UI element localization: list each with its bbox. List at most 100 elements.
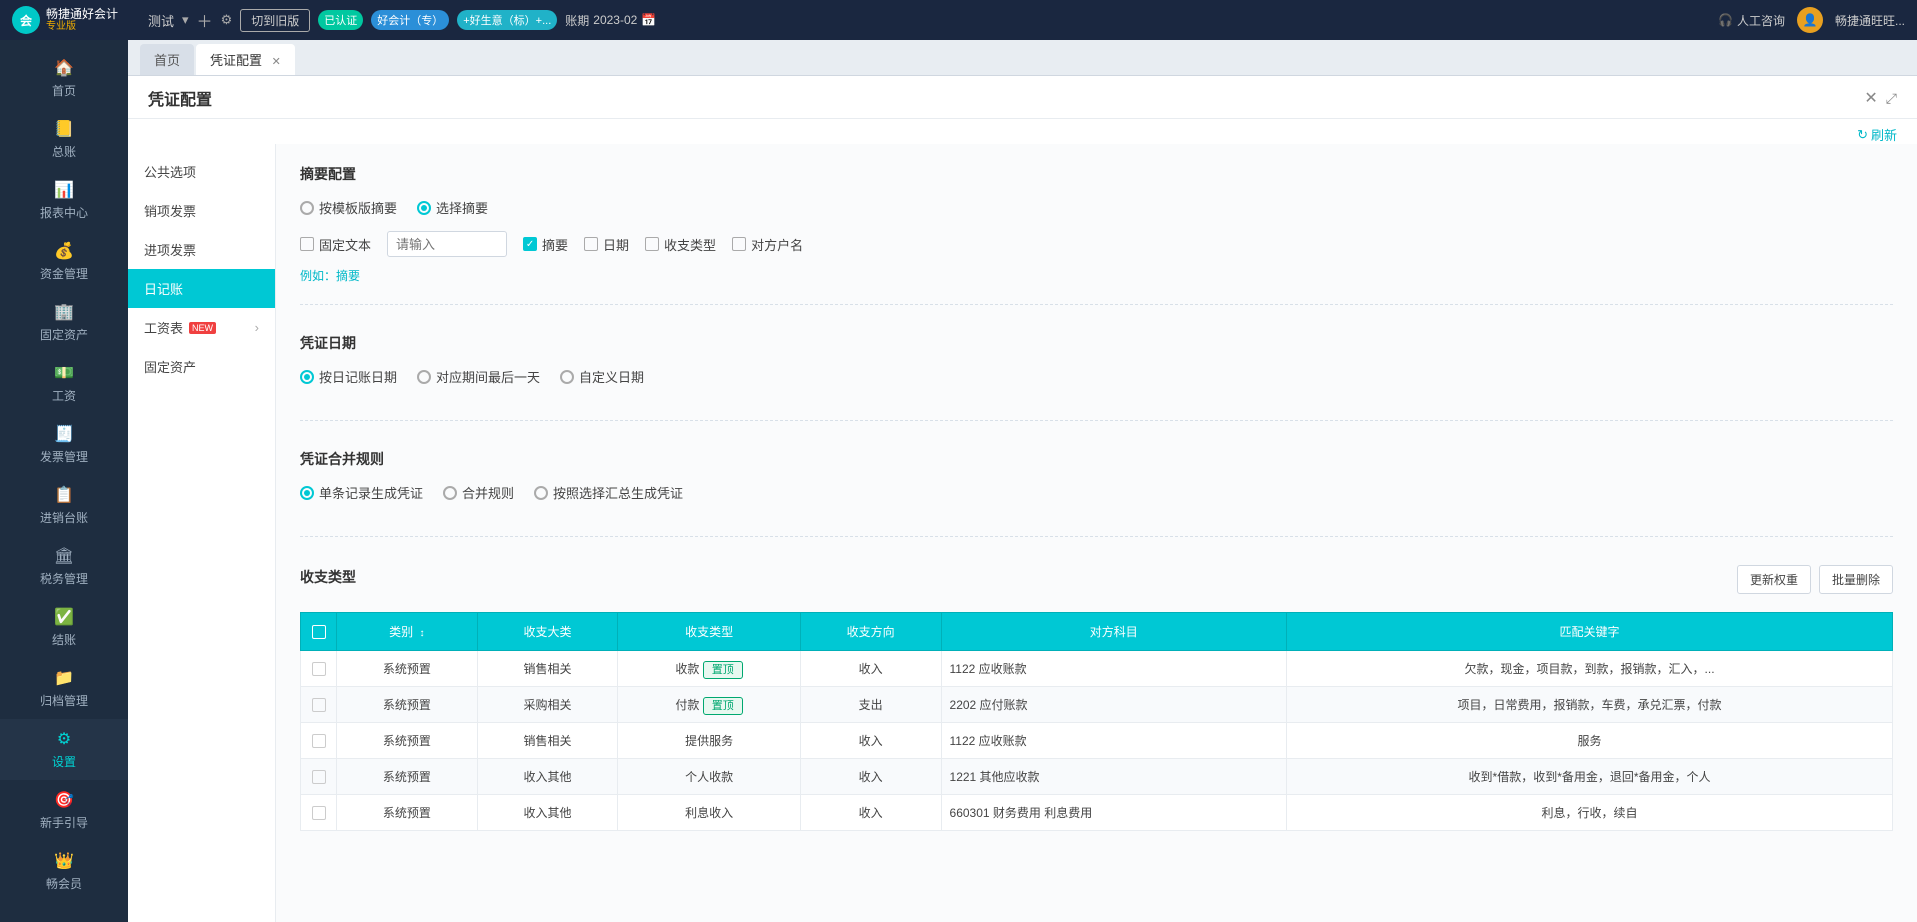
funds-icon: 💰 [54,241,74,261]
row-checkbox[interactable] [301,687,337,723]
tab-voucher-config[interactable]: 凭证配置 ✕ [196,44,295,75]
sidebar-item-label: 归档管理 [40,692,88,709]
row-category: 系统预置 [337,687,478,723]
row-direction: 收入 [800,795,941,831]
row-account: 1122 应收账款 [941,723,1287,759]
checkbox-summary[interactable]: ✓ 摘要 [523,235,568,254]
radio-merge-rules[interactable]: 合并规则 [443,483,514,502]
switch-to-old-button[interactable]: 切到旧版 [240,9,310,32]
sidebar-item-funds[interactable]: 💰 资金管理 [0,231,128,292]
radio-circle [534,486,548,500]
left-nav-fixed-assets[interactable]: 固定资产 [128,347,275,386]
page-title: 凭证配置 [148,86,212,110]
salary-icon: 💵 [54,363,74,383]
sidebar-item-settings[interactable]: ⚙ 设置 [0,719,128,780]
good-accounting-tag: 好会计（专） [371,10,449,30]
sidebar-item-label: 设置 [52,753,76,770]
refresh-button[interactable]: ↻ 刷新 [1857,125,1897,144]
radio-custom-date[interactable]: 自定义日期 [560,367,644,386]
checkbox-date[interactable]: 日期 [584,235,629,254]
row-sub-type: 利息收入 [618,795,801,831]
sidebar-item-label: 税务管理 [40,570,88,587]
dropdown-arrow-icon[interactable]: ▾ [182,12,189,28]
logo-area: 会 畅捷通好会计 专业版 [12,6,140,34]
calendar-icon[interactable]: 📅 [641,13,656,27]
row-sub-type: 付款 置顶 [618,687,801,723]
left-nav-public-options[interactable]: 公共选项 [128,152,275,191]
update-weight-button[interactable]: 更新权重 [1737,565,1811,594]
plus-icon[interactable]: ＋ [197,8,213,32]
row-category: 系统预置 [337,795,478,831]
row-keywords: 服务 [1287,723,1893,759]
row-main-type: 采购相关 [477,687,618,723]
checkbox-income-type[interactable]: 收支类型 [645,235,716,254]
radio-select-summary[interactable]: 选择摘要 [417,198,488,217]
sidebar-item-fixed-assets[interactable]: 🏢 固定资产 [0,292,128,353]
merge-rules-title: 凭证合并规则 [300,449,1893,469]
sidebar-item-label: 畅会员 [46,875,82,892]
radio-circle-selected [300,370,314,384]
left-nav-sales-invoice[interactable]: 销项发票 [128,191,275,230]
window-expand-button[interactable]: ⤢ [1886,90,1897,107]
fixed-text-input[interactable] [387,231,507,257]
main-layout: 🏠 首页 📒 总账 📊 报表中心 💰 资金管理 🏢 固定资产 💵 工资 🧾 发票… [0,40,1917,922]
radio-single-record[interactable]: 单条记录生成凭证 [300,483,423,502]
window-close-button[interactable]: ✕ [1864,88,1877,108]
tab-home[interactable]: 首页 [140,44,194,75]
sidebar-item-member[interactable]: 👑 畅会员 [0,841,128,902]
table-header-checkbox[interactable] [301,613,337,651]
sidebar-item-tutorial[interactable]: 🎯 新手引导 [0,780,128,841]
batch-delete-button[interactable]: 批量删除 [1819,565,1893,594]
radio-journal-date[interactable]: 按日记账日期 [300,367,397,386]
reset-badge[interactable]: 置顶 [703,661,743,679]
row-account: 660301 财务费用 利息费用 [941,795,1287,831]
row-checkbox[interactable] [301,759,337,795]
sidebar-item-purchase-sales[interactable]: 📋 进销台账 [0,475,128,536]
voucher-date-title: 凭证日期 [300,333,1893,353]
checkbox-counterparty-name[interactable]: 对方户名 [732,235,803,254]
radio-template-summary[interactable]: 按模板版摘要 [300,198,397,217]
sidebar-item-home[interactable]: 🏠 首页 [0,48,128,109]
row-checkbox[interactable] [301,651,337,687]
sidebar-item-label: 新手引导 [40,814,88,831]
checkbox-fixed-text[interactable]: 固定文本 [300,235,371,254]
row-main-type: 收入其他 [477,795,618,831]
settings-icon: ⚙ [54,729,74,749]
sort-icon[interactable]: ↕ [420,628,425,639]
checkbox-box [300,237,314,251]
tutorial-icon: 🎯 [54,790,74,810]
sidebar-item-salary[interactable]: 💵 工资 [0,353,128,414]
consultant-btn[interactable]: 🎧 人工咨询 [1718,12,1785,29]
radio-period-last-day[interactable]: 对应期间最后一天 [417,367,540,386]
sidebar-item-report[interactable]: 📊 报表中心 [0,170,128,231]
body-layout: 公共选项 销项发票 进项发票 日记账 工资表 NEW › 固定资产 摘要配置 [128,144,1917,922]
radio-circle-selected [300,486,314,500]
row-checkbox[interactable] [301,723,337,759]
sidebar-item-tax[interactable]: 🏛 税务管理 [0,536,128,597]
left-nav-payroll[interactable]: 工资表 NEW › [128,308,275,347]
header-mid: 测试 ▾ ＋ ⚙ 切到旧版 已认证 好会计（专） +好生意（标）+... 账期 … [148,8,1710,32]
page-actions: ✕ ⤢ [1864,88,1897,108]
row-checkbox[interactable] [301,795,337,831]
user-avatar[interactable]: 👤 [1797,7,1823,33]
sidebar-item-label: 进销台账 [40,509,88,526]
sidebar-item-archive[interactable]: 📁 归档管理 [0,658,128,719]
sidebar-item-label: 结账 [52,631,76,648]
tab-close-icon[interactable]: ✕ [272,56,281,68]
radio-summary-generate[interactable]: 按照选择汇总生成凭证 [534,483,683,502]
left-nav-journal[interactable]: 日记账 [128,269,275,308]
gear-icon[interactable]: ⚙ [221,12,233,28]
sidebar-item-label: 总账 [52,143,76,160]
table-row: 系统预置 采购相关 付款 置顶 支出 2202 应付账款 项目，日常费用，报销款… [301,687,1893,723]
left-nav-purchase-invoice[interactable]: 进项发票 [128,230,275,269]
invoice-icon: 🧾 [54,424,74,444]
reset-badge[interactable]: 置顶 [703,697,743,715]
sidebar-item-close-account[interactable]: ✅ 结账 [0,597,128,658]
test-label: 测试 [148,11,174,30]
table-header-sub-type: 收支类型 [618,613,801,651]
period-label: 账期 2023-02 📅 [565,12,656,29]
ledger-icon: 📒 [54,119,74,139]
sidebar-item-invoice[interactable]: 🧾 发票管理 [0,414,128,475]
sidebar-item-ledger[interactable]: 📒 总账 [0,109,128,170]
report-icon: 📊 [54,180,74,200]
